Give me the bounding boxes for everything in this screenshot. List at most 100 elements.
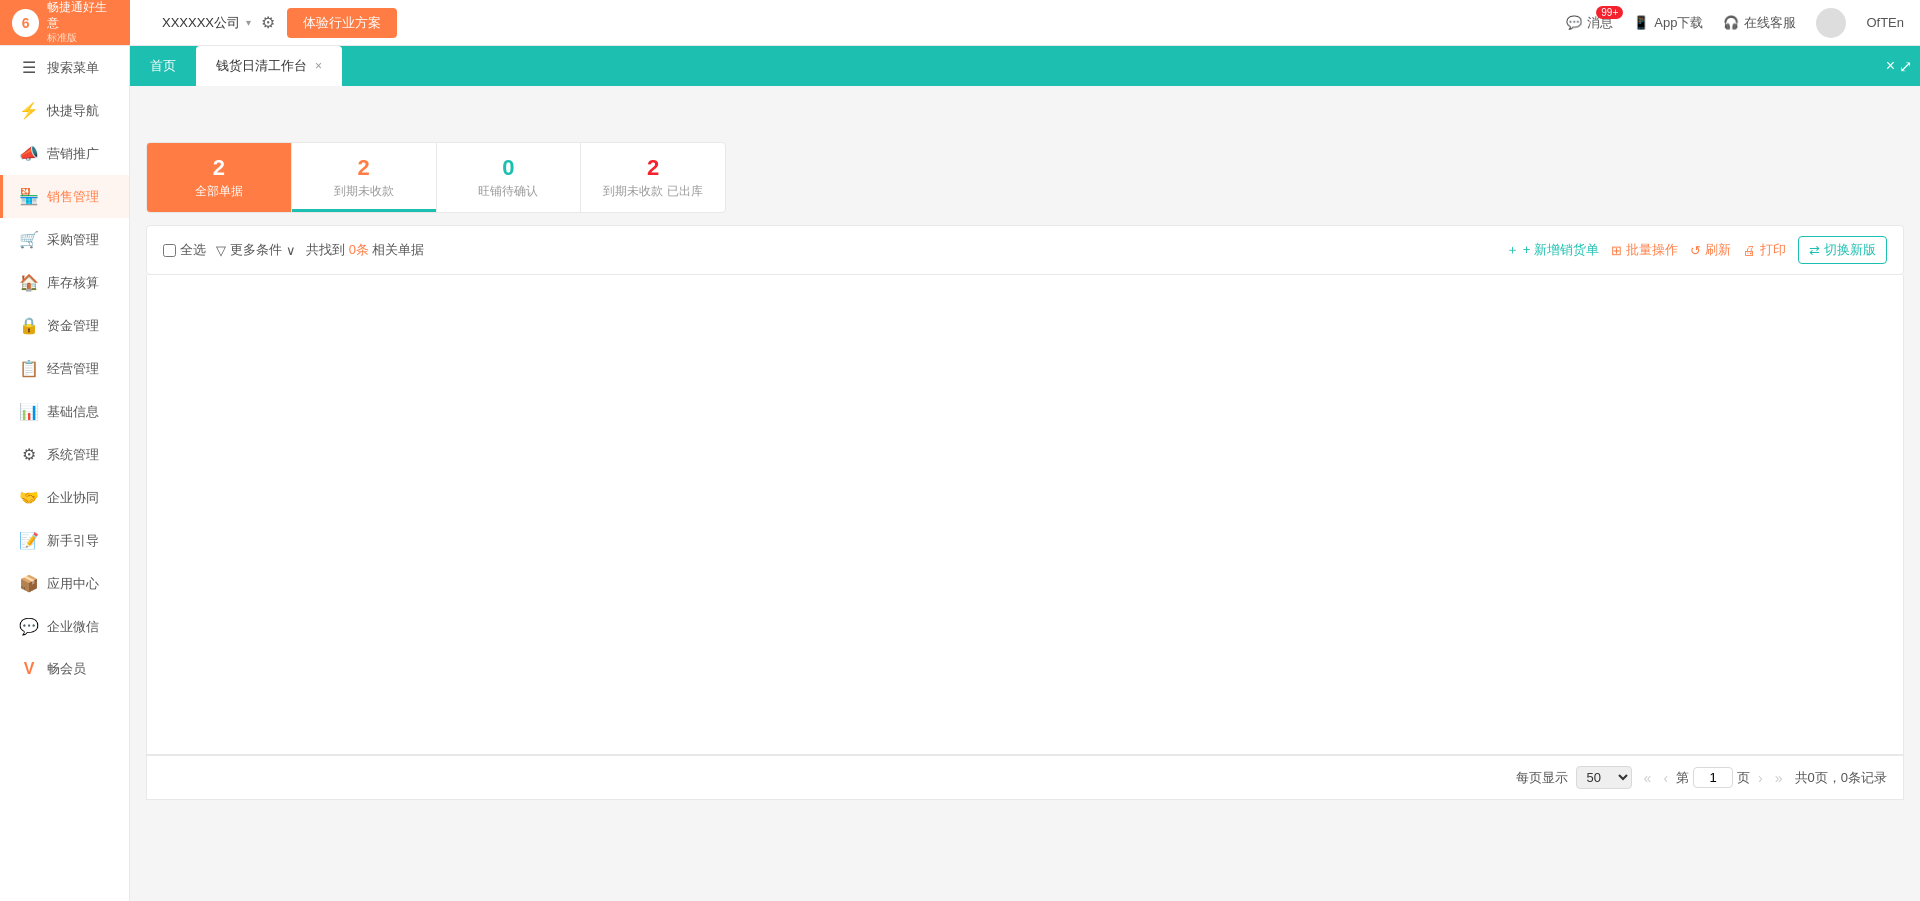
finance-icon: 🔒 [19, 316, 39, 335]
tab-home[interactable]: 首页 [130, 46, 196, 86]
stats-num-overdue: 2 [308, 155, 420, 181]
guide-icon: 📝 [19, 531, 39, 550]
table-area [146, 275, 1904, 755]
logo-text-area: 畅捷通好生意 标准版 [47, 0, 118, 45]
page-suffix: 页 [1737, 769, 1750, 787]
page-total: 共0页，0条记录 [1795, 769, 1887, 787]
message-button[interactable]: 💬 消息 99+ [1566, 14, 1613, 32]
page-nav: « ‹ 第 页 › » [1640, 767, 1787, 788]
stats-tab-overdue-shipped[interactable]: 2 到期未收款 已出库 [581, 143, 725, 212]
filter-icon: ▽ [216, 243, 226, 258]
filter-label: 更多条件 [230, 241, 282, 259]
tab-active-label: 钱货日清工作台 [216, 57, 307, 75]
switch-version-button[interactable]: ⇄ 切换新版 [1798, 236, 1887, 264]
app-download-button[interactable]: 📱 App下载 [1633, 14, 1703, 32]
stats-num-wangpu: 0 [453, 155, 565, 181]
try-solution-button[interactable]: 体验行业方案 [287, 8, 397, 38]
stats-label-overdue-shipped: 到期未收款 已出库 [597, 183, 709, 200]
stats-tab-wangpu[interactable]: 0 旺铺待确认 [437, 143, 582, 212]
sidebar-item-label: 快捷导航 [47, 102, 99, 120]
next-page-button[interactable]: › [1754, 768, 1767, 788]
maximize-button[interactable]: ⤢ [1899, 57, 1912, 76]
select-all-checkbox[interactable]: 全选 [163, 241, 206, 259]
first-page-button[interactable]: « [1640, 768, 1656, 788]
sidebar-item-finance[interactable]: 🔒 资金管理 [0, 304, 129, 347]
sidebar-item-inventory[interactable]: 🏠 库存核算 [0, 261, 129, 304]
sidebar: ☰ 搜索菜单 ⚡ 快捷导航 📣 营销推广 🏪 销售管理 🛒 采购管理 🏠 库存核… [0, 46, 130, 901]
system-icon: ⚙ [19, 445, 39, 464]
sidebar-item-base-info[interactable]: 📊 基础信息 [0, 390, 129, 433]
search-menu-icon: ☰ [19, 58, 39, 77]
per-page-select[interactable]: 50 100 [1576, 766, 1632, 789]
sidebar-item-marketing[interactable]: 📣 营销推广 [0, 132, 129, 175]
download-icon: 📱 [1633, 15, 1649, 30]
filter-button[interactable]: ▽ 更多条件 ∨ [216, 241, 296, 259]
avatar[interactable] [1816, 8, 1846, 38]
minimize-button[interactable]: × [1886, 57, 1895, 76]
filter-chevron-icon: ∨ [286, 243, 296, 258]
sidebar-item-label: 应用中心 [47, 575, 99, 593]
inventory-icon: 🏠 [19, 273, 39, 292]
service-icon: 🎧 [1723, 15, 1739, 30]
toolbar: 全选 ▽ 更多条件 ∨ 共找到 0条 相关单据 ＋ + 新增销货单 ⊞ 批量操作 [146, 225, 1904, 275]
main-content: 2 全部单据 2 到期未收款 0 旺铺待确认 2 到期未收款 已出库 全选 ▽ … [130, 126, 1920, 901]
prev-page-button[interactable]: ‹ [1659, 768, 1672, 788]
select-all-input[interactable] [163, 244, 176, 257]
add-order-button[interactable]: ＋ + 新增销货单 [1506, 241, 1599, 259]
toolbar-right: ＋ + 新增销货单 ⊞ 批量操作 ↺ 刷新 🖨 打印 ⇄ 切换新版 [1506, 236, 1887, 264]
print-button[interactable]: 🖨 打印 [1743, 241, 1786, 259]
refresh-button[interactable]: ↺ 刷新 [1690, 241, 1731, 259]
tab-bar: 首页 钱货日清工作台 × × ⤢ [130, 46, 1920, 86]
tab-indicator [292, 209, 436, 212]
online-service-button[interactable]: 🎧 在线客服 [1723, 14, 1796, 32]
refresh-icon: ↺ [1690, 243, 1701, 258]
sidebar-item-label: 畅会员 [47, 660, 86, 678]
found-count: 0条 [349, 242, 369, 257]
purchase-icon: 🛒 [19, 230, 39, 249]
last-page-button[interactable]: » [1771, 768, 1787, 788]
page-label: 第 [1676, 769, 1689, 787]
sidebar-item-system[interactable]: ⚙ 系统管理 [0, 433, 129, 476]
sidebar-item-purchase[interactable]: 🛒 采购管理 [0, 218, 129, 261]
top-header: 6 畅捷通好生意 标准版 XXXXXX公司 ▾ ⚙ 体验行业方案 💬 消息 99… [0, 0, 1920, 46]
logo-area: 6 畅捷通好生意 标准版 [0, 0, 130, 45]
tab-active[interactable]: 钱货日清工作台 × [196, 46, 342, 86]
add-label: + 新增销货单 [1523, 241, 1599, 259]
logo-icon: 6 [12, 9, 39, 37]
cooperation-icon: 🤝 [19, 488, 39, 507]
sidebar-item-member[interactable]: V 畅会员 [0, 648, 129, 690]
settings-icon[interactable]: ⚙ [261, 13, 275, 32]
batch-label: 批量操作 [1626, 241, 1678, 259]
app-center-icon: 📦 [19, 574, 39, 593]
logo-badge: 标准版 [47, 31, 118, 45]
sidebar-item-label: 系统管理 [47, 446, 99, 464]
sidebar-item-app-center[interactable]: 📦 应用中心 [0, 562, 129, 605]
stats-num-all: 2 [163, 155, 275, 181]
company-selector[interactable]: XXXXXX公司 ▾ [162, 14, 251, 32]
sidebar-item-quick-nav[interactable]: ⚡ 快捷导航 [0, 89, 129, 132]
stats-label-overdue: 到期未收款 [308, 183, 420, 200]
company-name: XXXXXX公司 [162, 14, 240, 32]
header-right: 💬 消息 99+ 📱 App下载 🎧 在线客服 OfTEn [1566, 8, 1904, 38]
sidebar-item-wechat[interactable]: 💬 企业微信 [0, 605, 129, 648]
stats-tab-overdue[interactable]: 2 到期未收款 [292, 143, 437, 212]
sidebar-item-sales[interactable]: 🏪 销售管理 [0, 175, 129, 218]
tab-close-icon[interactable]: × [315, 59, 322, 73]
sidebar-item-search-menu[interactable]: ☰ 搜索菜单 [0, 46, 129, 89]
add-icon: ＋ [1506, 241, 1519, 259]
stats-num-overdue-shipped: 2 [597, 155, 709, 181]
tab-home-label: 首页 [150, 57, 176, 75]
sidebar-item-cooperation[interactable]: 🤝 企业协同 [0, 476, 129, 519]
user-name: OfTEn [1866, 15, 1904, 30]
per-page-label: 每页显示 [1516, 769, 1568, 787]
found-suffix: 相关单据 [372, 242, 424, 257]
print-label: 打印 [1760, 241, 1786, 259]
batch-operation-button[interactable]: ⊞ 批量操作 [1611, 241, 1678, 259]
page-number-input[interactable] [1693, 767, 1733, 788]
sidebar-item-label: 销售管理 [47, 188, 99, 206]
sidebar-item-operations[interactable]: 📋 经营管理 [0, 347, 129, 390]
operations-icon: 📋 [19, 359, 39, 378]
stats-tab-all[interactable]: 2 全部单据 [147, 143, 292, 212]
sidebar-item-guide[interactable]: 📝 新手引导 [0, 519, 129, 562]
company-chevron-icon: ▾ [246, 17, 251, 28]
